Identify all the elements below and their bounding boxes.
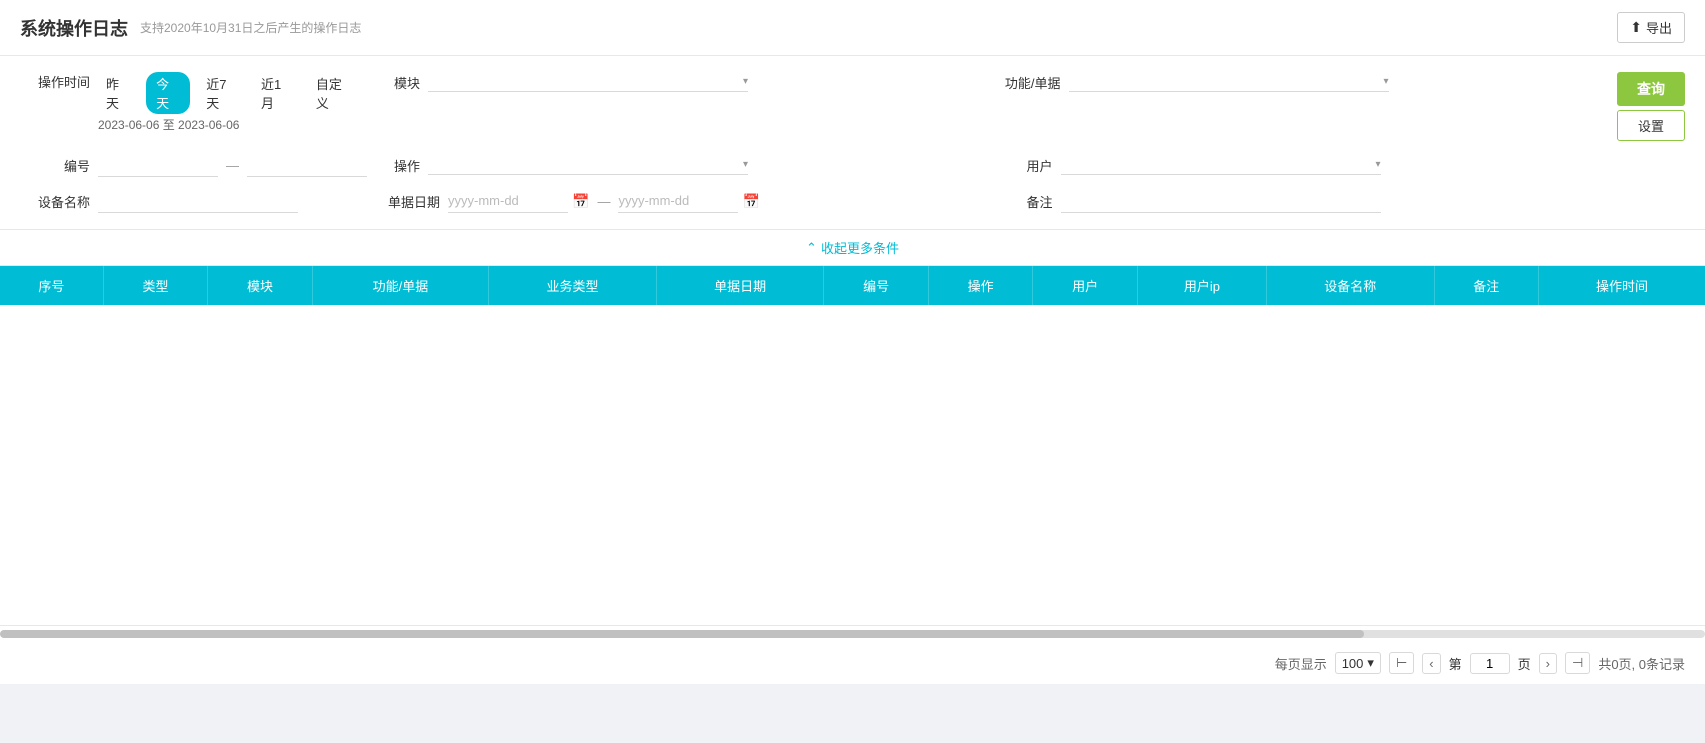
time-option-7days[interactable]: 近7天: [198, 72, 245, 114]
time-filter-block: 昨天 今天 近7天 近1月 自定义 2023-06-06 至 2023-06-0…: [98, 72, 360, 133]
remark-label: 备注: [993, 192, 1053, 211]
collapse-bar[interactable]: ⌃ 收起更多条件: [0, 230, 1705, 266]
time-options-row: 昨天 今天 近7天 近1月 自定义: [98, 72, 360, 114]
col-user: 用户: [1033, 266, 1137, 305]
setting-button[interactable]: 设置: [1617, 110, 1685, 141]
user-label: 用户: [993, 156, 1053, 175]
per-page-chevron-icon: ▾: [1367, 655, 1374, 671]
operation-chevron-icon: ▾: [743, 159, 748, 170]
time-option-custom[interactable]: 自定义: [308, 72, 360, 114]
export-label: 导出: [1646, 18, 1672, 37]
time-option-1month[interactable]: 近1月: [253, 72, 300, 114]
horizontal-scrollbar[interactable]: [0, 630, 1705, 638]
last-page-button[interactable]: ⊣: [1565, 652, 1590, 674]
number-label: 编号: [20, 156, 90, 175]
time-option-today[interactable]: 今天: [146, 72, 190, 114]
export-icon: ⬆: [1630, 19, 1642, 36]
data-table: 序号 类型 模块 功能/单据 业务类型 单据日期 编号 操作 用户 用户ip 设…: [0, 266, 1705, 305]
remark-input[interactable]: [1061, 189, 1381, 213]
per-page-select[interactable]: 100 ▾: [1335, 652, 1381, 674]
doc-date-to-input[interactable]: [618, 189, 738, 213]
page-label: 第: [1449, 654, 1462, 673]
calendar-from-icon[interactable]: 📅: [572, 193, 589, 210]
collapse-label: 收起更多条件: [821, 238, 899, 257]
col-number: 编号: [824, 266, 928, 305]
pagination: 每页显示 100 ▾ ⊢ ‹ 第 页 › ⊣ 共0页, 0条记录: [0, 642, 1705, 684]
col-module: 模块: [208, 266, 312, 305]
number-dash: —: [226, 158, 239, 173]
col-index: 序号: [0, 266, 103, 305]
export-button[interactable]: ⬆ 导出: [1617, 12, 1685, 43]
page-title: 系统操作日志: [20, 15, 128, 41]
doc-date-dash: —: [597, 194, 610, 209]
col-remark: 备注: [1434, 266, 1538, 305]
col-userip: 用户ip: [1137, 266, 1266, 305]
prev-page-button[interactable]: ‹: [1422, 653, 1440, 674]
doc-date-label: 单据日期: [380, 192, 440, 211]
module-label: 模块: [380, 73, 420, 92]
device-label: 设备名称: [20, 192, 90, 211]
col-operation: 操作: [928, 266, 1032, 305]
doc-date-from-wrap: 📅: [448, 189, 589, 213]
collapse-icon: ⌃: [806, 240, 817, 256]
time-option-yesterday[interactable]: 昨天: [98, 72, 138, 114]
col-biztype: 业务类型: [489, 266, 657, 305]
table-header-row: 序号 类型 模块 功能/单据 业务类型 单据日期 编号 操作 用户 用户ip 设…: [0, 266, 1705, 305]
per-page-value: 100: [1342, 656, 1364, 671]
col-func: 功能/单据: [312, 266, 488, 305]
col-docdate: 单据日期: [656, 266, 824, 305]
number-from-input[interactable]: [98, 153, 218, 177]
device-input[interactable]: [98, 189, 298, 213]
action-buttons: 查询 设置: [1617, 72, 1685, 141]
first-page-button[interactable]: ⊢: [1389, 652, 1414, 674]
page-subtitle: 支持2020年10月31日之后产生的操作日志: [140, 19, 361, 36]
number-to-input[interactable]: [247, 153, 367, 177]
per-page-label: 每页显示: [1275, 654, 1327, 673]
page-header: 系统操作日志 支持2020年10月31日之后产生的操作日志 ⬆ 导出: [0, 0, 1705, 56]
table-header: 序号 类型 模块 功能/单据 业务类型 单据日期 编号 操作 用户 用户ip 设…: [0, 266, 1705, 305]
col-device: 设备名称: [1266, 266, 1434, 305]
doc-date-from-input[interactable]: [448, 189, 568, 213]
table-container: 序号 类型 模块 功能/单据 业务类型 单据日期 编号 操作 用户 用户ip 设…: [0, 266, 1705, 625]
scrollbar-area: [0, 625, 1705, 642]
time-range-display: 2023-06-06 至 2023-06-06: [98, 116, 360, 133]
col-optime: 操作时间: [1539, 266, 1705, 305]
col-type: 类型: [103, 266, 207, 305]
func-label: 功能/单据: [1001, 73, 1061, 92]
operation-label: 操作: [380, 156, 420, 175]
module-chevron-icon: ▾: [743, 76, 748, 87]
calendar-to-icon[interactable]: 📅: [742, 193, 759, 210]
empty-area: [0, 305, 1705, 625]
user-select[interactable]: ▾: [1061, 155, 1381, 175]
filter-panel: 操作时间 昨天 今天 近7天 近1月 自定义 2023-06-06 至 2023…: [0, 56, 1705, 230]
page-number-input[interactable]: [1470, 653, 1510, 674]
func-chevron-icon: ▾: [1383, 76, 1388, 87]
operation-select[interactable]: ▾: [428, 155, 748, 175]
next-page-button[interactable]: ›: [1539, 653, 1557, 674]
query-button[interactable]: 查询: [1617, 72, 1685, 106]
scrollbar-thumb: [0, 630, 1364, 638]
total-info: 共0页, 0条记录: [1598, 654, 1685, 673]
func-select[interactable]: ▾: [1069, 72, 1389, 92]
time-label: 操作时间: [20, 72, 90, 91]
module-select[interactable]: ▾: [428, 72, 748, 92]
header-left: 系统操作日志 支持2020年10月31日之后产生的操作日志: [20, 15, 361, 41]
doc-date-to-wrap: 📅: [618, 189, 759, 213]
page-unit: 页: [1518, 654, 1531, 673]
user-chevron-icon: ▾: [1375, 159, 1380, 170]
